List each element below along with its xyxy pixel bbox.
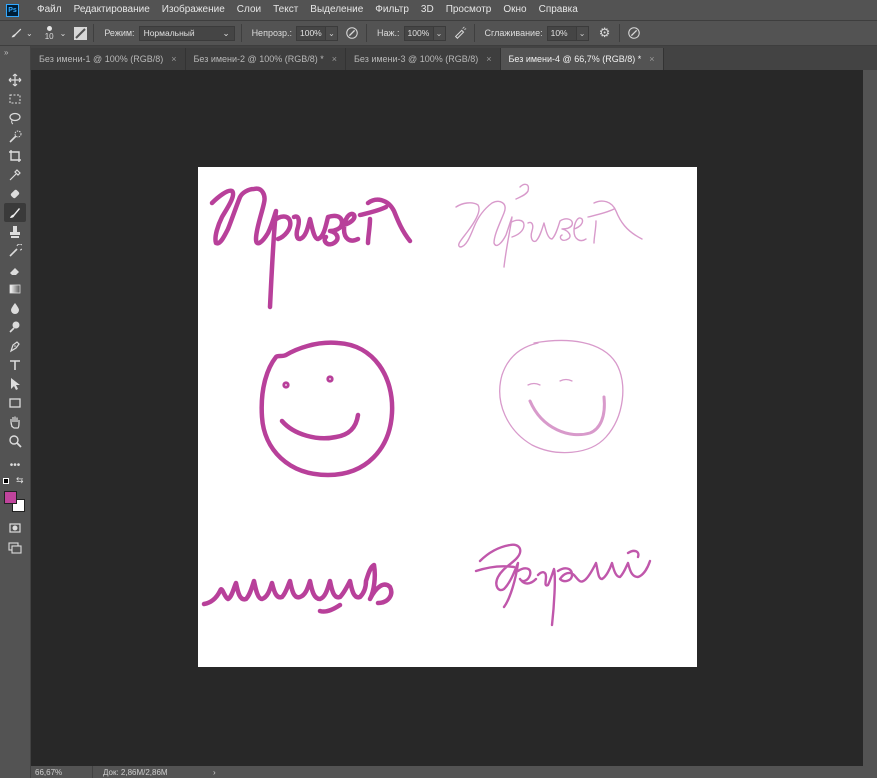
swap-colors-icon[interactable]: ⇆ [16,475,24,486]
tab-document-1[interactable]: Без имени-1 @ 100% (RGB/8) × [31,48,186,70]
quick-selection-tool-icon[interactable] [4,127,26,146]
clone-stamp-tool-icon[interactable] [4,222,26,241]
tab-label: Без имени-2 @ 100% (RGB/8) * [193,54,324,64]
status-bar: 66,67% Док: 2,86M/2,86M › [31,766,877,778]
menu-file[interactable]: Файл [31,0,68,20]
brush-size-dot-icon[interactable] [46,25,52,31]
vertical-scrollbar[interactable] [863,70,877,766]
history-brush-tool-icon[interactable] [4,241,26,260]
close-icon[interactable]: × [171,54,176,64]
bold-smiley [259,340,395,478]
path-selection-tool-icon[interactable] [4,374,26,393]
collapse-panel-icon[interactable]: » [0,46,30,60]
flow-label: Наж.: [376,28,400,38]
brush-size-value: 10 [44,31,54,41]
mode-value: Нормальный [143,28,195,38]
menu-type[interactable]: Текст [267,0,304,20]
brush-preset-icon[interactable] [8,25,24,41]
eyedropper-tool-icon[interactable] [4,165,26,184]
tools-panel: » ••• ⇆ [0,46,31,778]
close-icon[interactable]: × [649,54,654,64]
healing-brush-tool-icon[interactable] [4,184,26,203]
menu-view[interactable]: Просмотр [440,0,498,20]
crop-tool-icon[interactable] [4,146,26,165]
quick-mask-icon[interactable] [4,518,26,537]
chevron-down-icon: ⌄ [222,27,230,38]
tab-document-3[interactable]: Без имени-3 @ 100% (RGB/8) × [346,48,501,70]
chevron-down-icon[interactable]: ⌄ [26,29,33,38]
menu-3d[interactable]: 3D [415,0,440,20]
move-tool-icon[interactable] [4,70,26,89]
opacity-field[interactable]: 100% [295,25,326,41]
document-size-info: Док: 2,86M/2,86M [103,767,168,777]
opacity-label: Непрозр.: [251,28,292,38]
zoom-tool-icon[interactable] [4,431,26,450]
handwriting-geroi [474,543,652,627]
eraser-tool-icon[interactable] [4,260,26,279]
bold-handwriting-privet [209,186,413,310]
hand-tool-icon[interactable] [4,412,26,431]
menu-filter[interactable]: Фильтр [369,0,415,20]
document-tabs: Без имени-1 @ 100% (RGB/8) × Без имени-2… [31,46,877,70]
pressure-opacity-icon[interactable] [344,25,360,41]
menu-help[interactable]: Справка [533,0,584,20]
brush-settings-panel-icon[interactable] [74,26,88,40]
gradient-tool-icon[interactable] [4,279,26,298]
brush-tool-icon[interactable] [4,203,26,222]
pressure-size-icon[interactable] [626,25,642,41]
screen-mode-icon[interactable] [4,538,26,557]
mode-select[interactable]: Нормальный ⌄ [138,25,235,41]
tab-label: Без имени-4 @ 66,7% (RGB/8) * [508,54,642,64]
lasso-tool-icon[interactable] [4,108,26,127]
gear-icon[interactable]: ⚙ [597,25,613,41]
flow-value: 100% [407,28,430,38]
tab-document-4[interactable]: Без имени-4 @ 66,7% (RGB/8) * × [500,48,664,70]
chevron-down-icon[interactable]: ⌄ [60,29,67,38]
flow-field[interactable]: 100% [403,25,434,41]
menu-bar: Ps Файл Редактирование Изображение Слои … [0,0,877,20]
bold-handwriting-mysh [201,562,394,614]
type-tool-icon[interactable] [4,355,26,374]
opacity-value: 100% [299,28,322,38]
pen-tool-icon[interactable] [4,336,26,355]
options-bar: ⌄ 10 ⌄ Режим: Нормальный ⌄ Непрозр.: 100… [0,20,877,46]
canvas-drawing [201,183,652,627]
smoothing-value: 10% [550,28,568,38]
status-menu-arrow-icon[interactable]: › [197,768,216,777]
airbrush-icon[interactable] [452,25,468,41]
color-swatch-controls: ⇆ [3,475,27,488]
mode-label: Режим: [104,28,135,38]
tab-label: Без имени-1 @ 100% (RGB/8) [39,54,164,64]
tab-label: Без имени-3 @ 100% (RGB/8) [354,54,479,64]
marquee-tool-icon[interactable] [4,89,26,108]
smoothing-label: Сглаживание: [484,28,543,38]
default-colors-icon[interactable] [3,478,9,484]
tab-document-2[interactable]: Без имени-2 @ 100% (RGB/8) * × [185,48,346,70]
close-icon[interactable]: × [486,54,491,64]
menu-window[interactable]: Окно [497,0,532,20]
menu-select[interactable]: Выделение [304,0,369,20]
smoothing-dropdown-button[interactable]: ⌄ [576,25,589,41]
thin-smiley [499,339,624,454]
opacity-dropdown-button[interactable]: ⌄ [325,25,338,41]
thin-handwriting-privet [455,183,643,268]
foreground-color-swatch[interactable] [4,491,17,504]
menu-edit[interactable]: Редактирование [68,0,156,20]
blur-tool-icon[interactable] [4,298,26,317]
dodge-tool-icon[interactable] [4,317,26,336]
menu-layers[interactable]: Слои [231,0,267,20]
photoshop-logo[interactable]: Ps [6,3,19,17]
close-icon[interactable]: × [332,54,337,64]
zoom-level[interactable]: 66,67% [31,766,93,778]
color-swatches [3,490,27,514]
smoothing-field[interactable]: 10% [546,25,577,41]
menu-image[interactable]: Изображение [156,0,231,20]
rectangle-tool-icon[interactable] [4,393,26,412]
more-tools-icon[interactable]: ••• [4,456,26,475]
document-canvas[interactable] [198,167,697,667]
flow-dropdown-button[interactable]: ⌄ [433,25,446,41]
